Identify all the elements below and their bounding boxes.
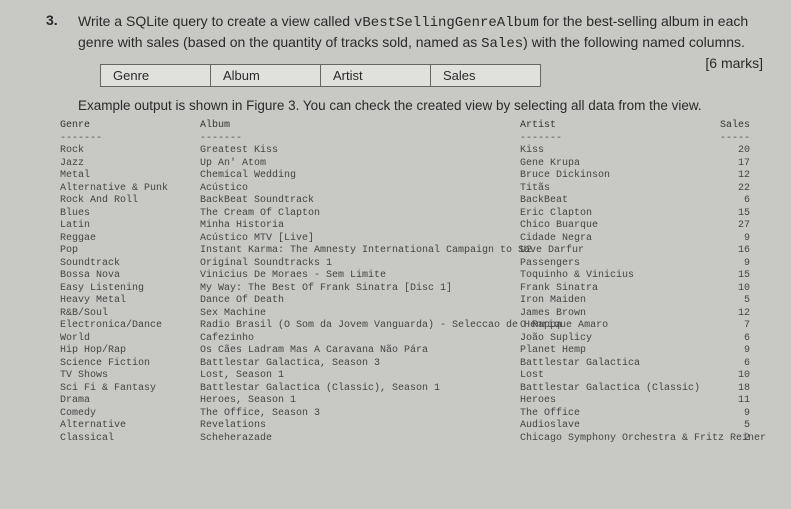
col-album: Album (211, 64, 321, 86)
q-part-c: ) with the following named columns. (523, 34, 745, 50)
sales-col-name: Sales (481, 36, 523, 52)
col-artist: Artist (321, 64, 431, 86)
columns-table: Genre Album Artist Sales (100, 64, 541, 87)
example-text: Example output is shown in Figure 3. You… (78, 97, 763, 115)
view-name: vBestSellingGenreAlbum (354, 15, 539, 31)
output-listing: GenreAlbumArtistSales ------------------… (60, 120, 763, 445)
question-number: 3. (46, 12, 58, 28)
col-sales: Sales (431, 64, 541, 86)
q-part-a: Write a SQLite query to create a view ca… (78, 13, 354, 29)
question-text: Write a SQLite query to create a view ca… (78, 12, 763, 54)
marks-label: [6 marks] (705, 54, 763, 73)
col-genre: Genre (101, 64, 211, 86)
